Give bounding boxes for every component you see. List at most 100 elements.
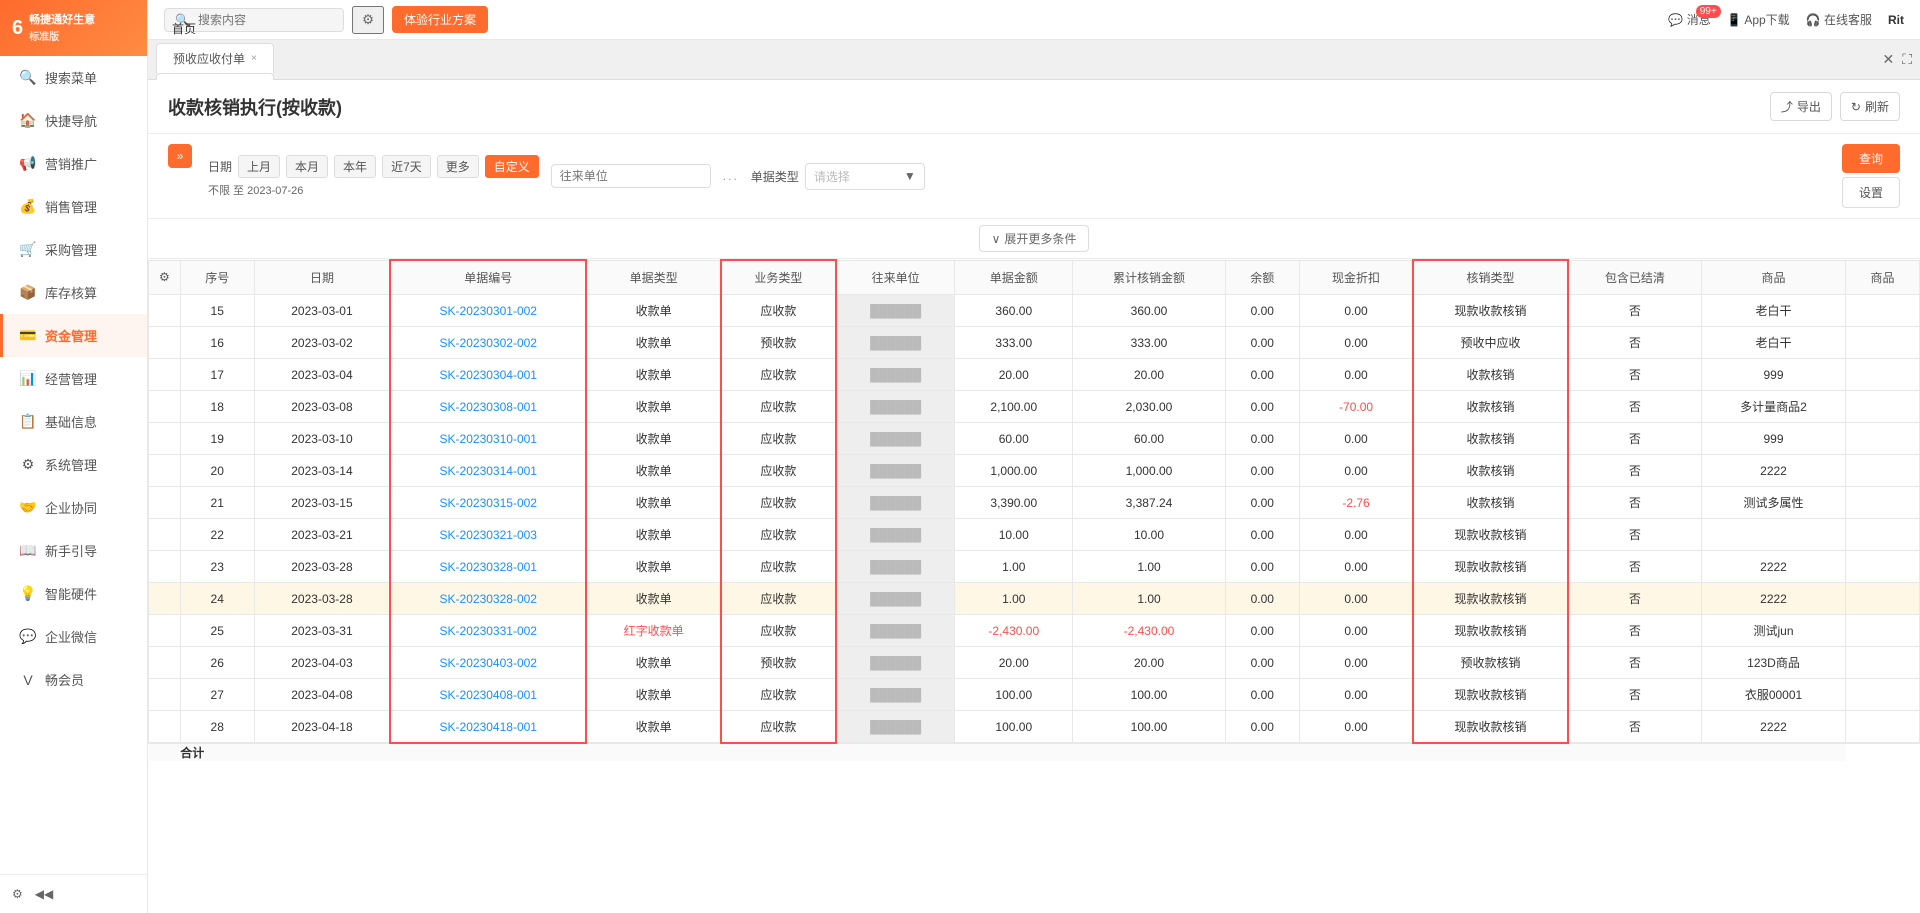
export-button[interactable]: ⤴ 导出 <box>1770 92 1832 121</box>
settings-button[interactable]: ⚙ <box>352 6 384 34</box>
cell-goods2 <box>1845 391 1919 423</box>
cell-cash_discount: 0.00 <box>1299 327 1413 359</box>
cell-writeoff_type: 现款收款核销 <box>1413 295 1567 327</box>
voucher-link[interactable]: SK-20230328-002 <box>440 592 537 606</box>
sidebar-item-guide[interactable]: 📖新手引导 <box>0 529 147 572</box>
voucher-link[interactable]: SK-20230403-002 <box>440 656 537 670</box>
cell-voucher_no[interactable]: SK-20230315-002 <box>390 487 586 519</box>
cell-amount: 360.00 <box>955 295 1073 327</box>
sidebar-item-operation[interactable]: 📊经营管理 <box>0 357 147 400</box>
cell-voucher_no[interactable]: SK-20230302-002 <box>390 327 586 359</box>
sidebar-item-quicknav[interactable]: 🏠快捷导航 <box>0 99 147 142</box>
voucher-type-select[interactable]: 请选择 ▼ <box>805 163 925 190</box>
cell-voucher_no[interactable]: SK-20230310-001 <box>390 423 586 455</box>
message-area[interactable]: 💬 消息 99+ <box>1668 11 1710 28</box>
cell-goods: 老白干 <box>1702 295 1846 327</box>
cell-date: 2023-04-18 <box>254 711 390 744</box>
col-header-biz_type: 业务类型 <box>721 260 836 295</box>
cell-date: 2023-03-21 <box>254 519 390 551</box>
headset-icon: 🎧 <box>1806 13 1821 27</box>
voucher-link[interactable]: SK-20230328-001 <box>440 560 537 574</box>
maximize-button[interactable]: ⛶ <box>1902 51 1912 68</box>
sidebar-item-search[interactable]: 🔍搜索菜单 <box>0 56 147 99</box>
cell-biz_type: 应收款 <box>721 487 836 519</box>
app-download-link[interactable]: 📱 App下载 <box>1727 11 1790 28</box>
filter-toggle-button[interactable]: » <box>168 144 192 168</box>
collapse-icon[interactable]: ◀◀ <box>35 887 53 901</box>
cell-goods2 <box>1845 679 1919 711</box>
cell-goods: 衣服00001 <box>1702 679 1846 711</box>
date-last-month[interactable]: 上月 <box>238 155 280 178</box>
cell-voucher_no[interactable]: SK-20230328-001 <box>390 551 586 583</box>
cell-writeoff_type: 收款核销 <box>1413 423 1567 455</box>
cell-include_settled: 否 <box>1568 519 1702 551</box>
cell-seq: 17 <box>180 359 254 391</box>
refresh-button[interactable]: ↻ 刷新 <box>1840 92 1900 121</box>
cell-voucher_no[interactable]: SK-20230331-002 <box>390 615 586 647</box>
cell-writeoff_type: 现款收款核销 <box>1413 583 1567 615</box>
cell-voucher_no[interactable]: SK-20230314-001 <box>390 455 586 487</box>
cell-balance: 0.00 <box>1225 519 1299 551</box>
user-name[interactable]: Rit <box>1888 13 1904 27</box>
sidebar-item-basic[interactable]: 📋基础信息 <box>0 400 147 443</box>
query-button[interactable]: 查询 <box>1842 144 1900 173</box>
cell-voucher_no[interactable]: SK-20230403-002 <box>390 647 586 679</box>
cell-voucher_no[interactable]: SK-20230328-002 <box>390 583 586 615</box>
voucher-link[interactable]: SK-20230314-001 <box>440 464 537 478</box>
cell-cash_discount: 0.00 <box>1299 423 1413 455</box>
sidebar-item-finance[interactable]: 💳资金管理 <box>0 314 147 357</box>
cell-voucher_no[interactable]: SK-20230304-001 <box>390 359 586 391</box>
industry-solution-button[interactable]: 体验行业方案 <box>392 6 488 33</box>
chevron-down-icon: ▼ <box>904 169 916 183</box>
voucher-link[interactable]: SK-20230301-002 <box>440 304 537 318</box>
sidebar-label-wechat: 企业微信 <box>45 627 97 646</box>
voucher-link[interactable]: SK-20230418-001 <box>440 720 537 734</box>
sidebar-item-marketing[interactable]: 📢营销推广 <box>0 142 147 185</box>
voucher-link[interactable]: SK-20230304-001 <box>440 368 537 382</box>
online-service-link[interactable]: 🎧 在线客服 <box>1806 11 1872 28</box>
sidebar-item-wechat[interactable]: 💬企业微信 <box>0 615 147 658</box>
page-header-actions: ⤴ 导出 ↻ 刷新 <box>1770 92 1900 121</box>
voucher-link[interactable]: SK-20230302-002 <box>440 336 537 350</box>
refresh-icon: ↻ <box>1851 100 1861 114</box>
tab-home[interactable]: 首页 <box>156 14 274 43</box>
sidebar-item-member[interactable]: V畅会员 <box>0 658 147 701</box>
close-window-button[interactable]: ✕ <box>1882 51 1894 68</box>
voucher-link[interactable]: SK-20230315-002 <box>440 496 537 510</box>
voucher-link[interactable]: SK-20230321-003 <box>440 528 537 542</box>
cell-biz_type: 应收款 <box>721 455 836 487</box>
date-more[interactable]: 更多 <box>437 155 479 178</box>
date-this-year[interactable]: 本年 <box>334 155 376 178</box>
expand-more-button[interactable]: ∨ 展开更多条件 <box>979 225 1090 252</box>
voucher-link[interactable]: SK-20230331-002 <box>440 624 537 638</box>
voucher-link[interactable]: SK-20230310-001 <box>440 432 537 446</box>
cell-voucher_type: 收款单 <box>586 679 721 711</box>
cell-voucher_no[interactable]: SK-20230308-001 <box>390 391 586 423</box>
cell-voucher_no[interactable]: SK-20230321-003 <box>390 519 586 551</box>
cell-partner: ██████ <box>836 391 955 423</box>
tab-receivable[interactable]: 预收应收付单× <box>156 43 274 73</box>
sidebar-item-enterprise[interactable]: 🤝企业协同 <box>0 486 147 529</box>
sidebar-item-system[interactable]: ⚙系统管理 <box>0 443 147 486</box>
cell-voucher_type: 收款单 <box>586 295 721 327</box>
sidebar-item-inventory[interactable]: 📦库存核算 <box>0 271 147 314</box>
date-custom[interactable]: 自定义 <box>485 155 539 178</box>
sidebar-item-hardware[interactable]: 💡智能硬件 <box>0 572 147 615</box>
sidebar-item-sales[interactable]: 💰销售管理 <box>0 185 147 228</box>
setting-button[interactable]: 设置 <box>1842 177 1900 208</box>
tab-label-home: 首页 <box>172 20 196 37</box>
voucher-link[interactable]: SK-20230408-001 <box>440 688 537 702</box>
date-7days[interactable]: 近7天 <box>382 155 431 178</box>
cell-voucher_no[interactable]: SK-20230418-001 <box>390 711 586 744</box>
cell-biz_type: 应收款 <box>721 391 836 423</box>
cell-settings <box>149 391 181 423</box>
tab-close-receivable[interactable]: × <box>251 53 257 64</box>
partner-input[interactable] <box>551 164 711 188</box>
sidebar-item-purchase[interactable]: 🛒采购管理 <box>0 228 147 271</box>
date-this-month[interactable]: 本月 <box>286 155 328 178</box>
voucher-link[interactable]: SK-20230308-001 <box>440 400 537 414</box>
cell-cash_discount: -2.76 <box>1299 487 1413 519</box>
settings-icon[interactable]: ⚙ <box>12 887 23 901</box>
cell-voucher_no[interactable]: SK-20230301-002 <box>390 295 586 327</box>
cell-voucher_no[interactable]: SK-20230408-001 <box>390 679 586 711</box>
